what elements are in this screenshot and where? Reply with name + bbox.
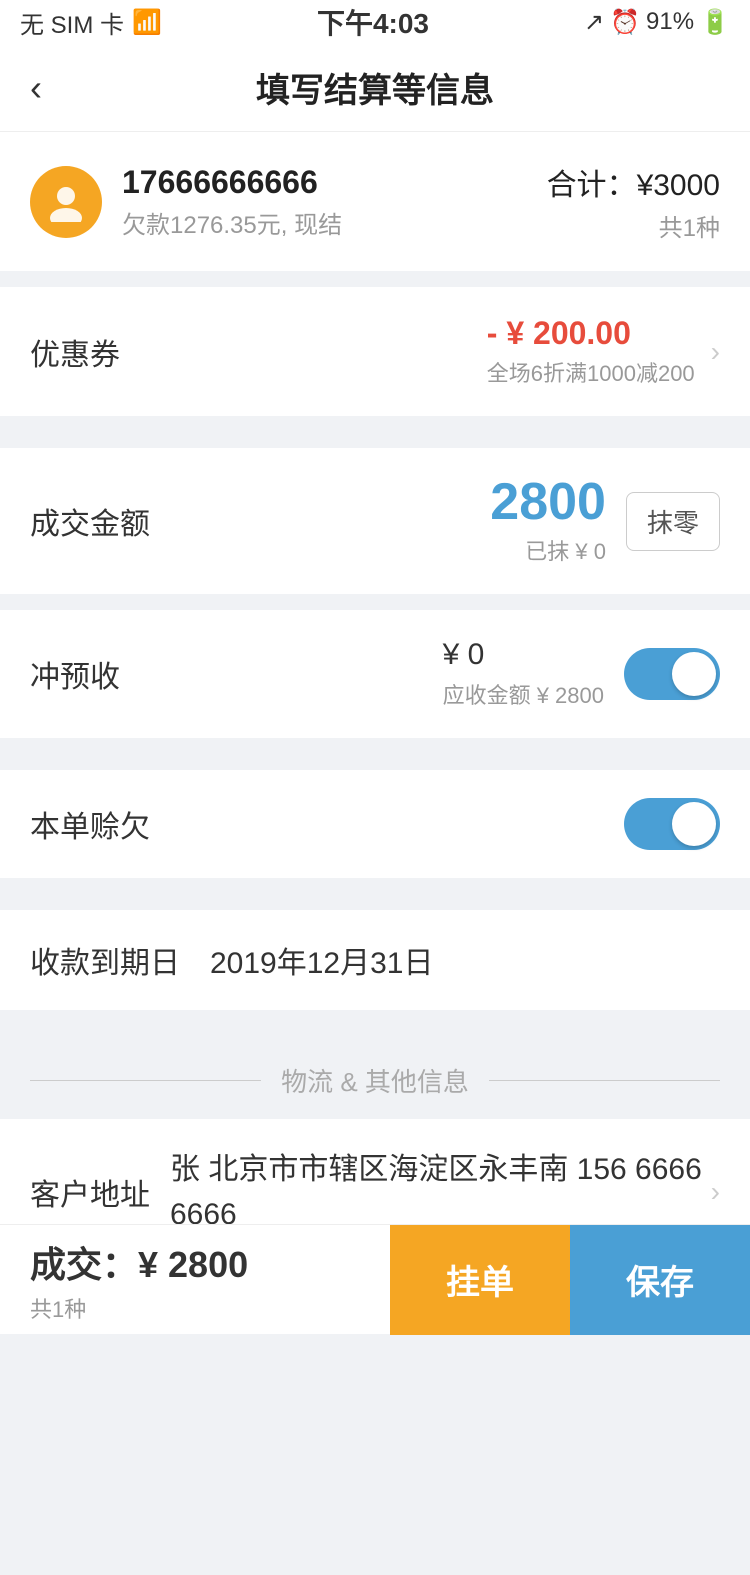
- coupon-right: - ¥ 200.00 全场6折满1000减200 ›: [487, 315, 720, 388]
- deal-amount-sub: 已抹 ¥ 0: [490, 534, 606, 566]
- deal-amount-value-area: 2800 已抹 ¥ 0 抹零: [490, 476, 720, 566]
- due-date-row: 收款到期日 2019年12月31日: [0, 910, 750, 1010]
- divider-1: [0, 432, 750, 448]
- due-date-label: 收款到期日: [30, 938, 180, 982]
- bottom-summary: 成交：¥ 2800 共1种: [0, 1236, 390, 1324]
- deal-amount-row: 成交金额 2800 已抹 ¥ 0 抹零: [0, 448, 750, 594]
- credit-row: 本单赊欠: [0, 770, 750, 878]
- prepay-label: 冲预收: [30, 652, 120, 696]
- status-left: 无 SIM 卡 📶: [20, 5, 162, 40]
- page-title: 填写结算等信息: [256, 63, 494, 112]
- prepay-sub: 应收金额 ¥ 2800: [443, 678, 604, 710]
- customer-info: 17666666666 欠款1276.35元, 现结: [122, 164, 342, 240]
- coupon-row[interactable]: 优惠券 - ¥ 200.00 全场6折满1000减200 ›: [0, 287, 750, 416]
- bottom-count: 共1种: [30, 1292, 360, 1324]
- total-count: 共1种: [547, 208, 720, 243]
- nav-bar: ‹ 填写结算等信息: [0, 44, 750, 132]
- save-button[interactable]: 保存: [570, 1225, 750, 1335]
- sim-status: 无 SIM 卡: [20, 5, 124, 40]
- prepay-value-area: ¥ 0 应收金额 ¥ 2800: [443, 638, 720, 710]
- divider-2: [0, 754, 750, 770]
- customer-sub: 欠款1276.35元, 现结: [122, 205, 342, 240]
- coupon-desc: 全场6折满1000减200: [487, 356, 695, 388]
- header-line-right: [489, 1080, 720, 1081]
- customer-left: 17666666666 欠款1276.35元, 现结: [30, 164, 342, 240]
- bottom-deal-prefix: 成交：: [30, 1244, 138, 1285]
- bottom-deal-amount: 成交：¥ 2800: [30, 1236, 360, 1288]
- back-button[interactable]: ‹: [30, 67, 90, 109]
- coupon-discount: - ¥ 200.00: [487, 315, 695, 352]
- customer-right: 合计：¥3000 共1种: [547, 160, 720, 243]
- address-chevron-icon: ›: [711, 1176, 720, 1208]
- credit-value-area: [624, 798, 720, 850]
- wifi-icon: 📶: [132, 8, 162, 37]
- bottom-spacer: [0, 1465, 750, 1575]
- prepay-section: 冲预收 ¥ 0 应收金额 ¥ 2800: [0, 610, 750, 738]
- customer-card: 17666666666 欠款1276.35元, 现结 合计：¥3000 共1种: [0, 132, 750, 271]
- status-right: ↗ ⏰ 91% 🔋: [584, 8, 730, 37]
- due-date-value: 2019年12月31日: [210, 938, 433, 982]
- total-amount: 合计：¥3000: [547, 160, 720, 204]
- chevron-right-icon: ›: [711, 336, 720, 368]
- deal-amount-value: 2800: [490, 476, 606, 528]
- status-time: 下午4:03: [317, 2, 429, 42]
- credit-toggle[interactable]: [624, 798, 720, 850]
- divider-3: [0, 894, 750, 910]
- prepay-toggle[interactable]: [624, 648, 720, 700]
- bottom-deal-value: ¥ 2800: [138, 1244, 248, 1285]
- battery-icon: 🔋: [700, 8, 730, 37]
- header-line-left: [30, 1080, 261, 1081]
- customer-phone: 17666666666: [122, 164, 342, 201]
- credit-label: 本单赊欠: [30, 802, 150, 846]
- coupon-label: 优惠券: [30, 330, 120, 374]
- logistics-header: 物流 & 其他信息: [0, 1042, 750, 1119]
- bottom-bar: 成交：¥ 2800 共1种 挂单 保存: [0, 1224, 750, 1334]
- deal-amount-label: 成交金额: [30, 499, 150, 543]
- status-bar: 无 SIM 卡 📶 下午4:03 ↗ ⏰ 91% 🔋: [0, 0, 750, 44]
- logistics-header-text: 物流 & 其他信息: [281, 1062, 469, 1099]
- avatar: [30, 166, 102, 238]
- prepay-row: 冲预收 ¥ 0 应收金额 ¥ 2800: [0, 610, 750, 738]
- alarm-icon: ⏰: [610, 8, 640, 37]
- hold-button[interactable]: 挂单: [390, 1225, 570, 1335]
- credit-section: 本单赊欠: [0, 770, 750, 878]
- prepay-value: ¥ 0: [443, 638, 604, 672]
- battery-percent: 91%: [646, 8, 694, 36]
- round-zero-button[interactable]: 抹零: [626, 492, 720, 551]
- deal-amount-section: 成交金额 2800 已抹 ¥ 0 抹零: [0, 448, 750, 594]
- address-label: 客户地址: [30, 1170, 150, 1214]
- location-icon: ↗: [584, 8, 604, 37]
- divider-4: [0, 1026, 750, 1042]
